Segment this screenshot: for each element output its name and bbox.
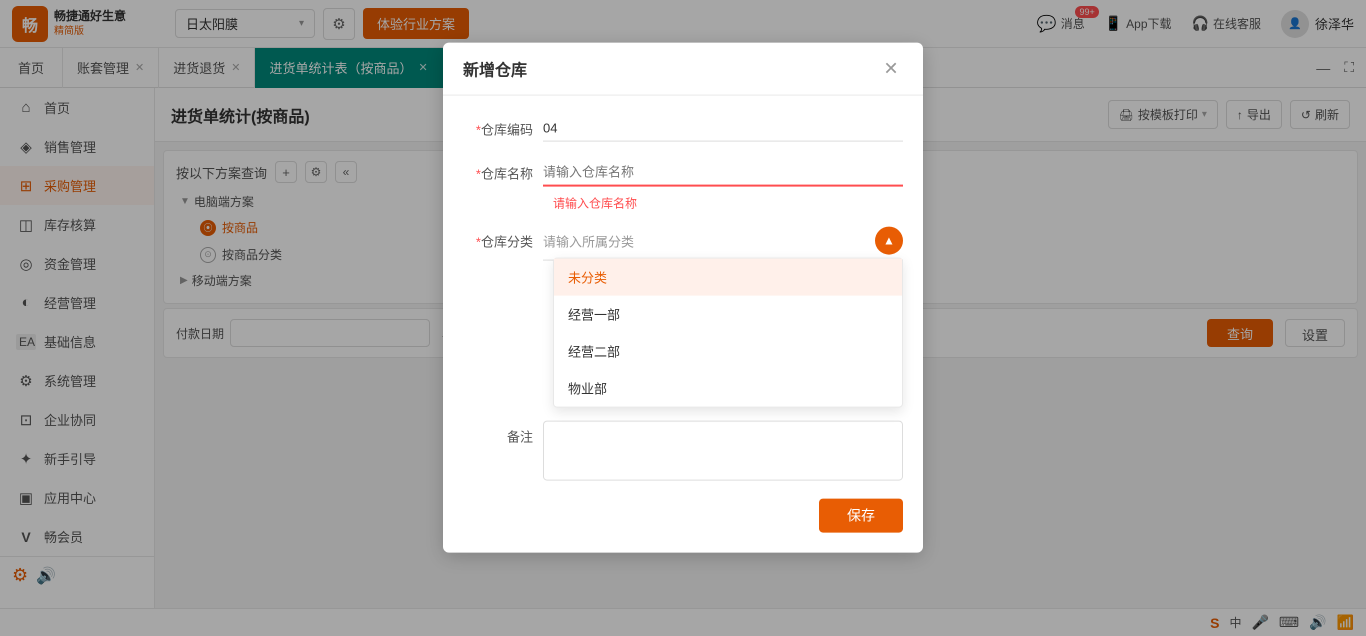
modal-header: 新增仓库 ✕ (443, 43, 923, 96)
category-select[interactable]: 请输入所属分类 ▲ (543, 222, 903, 261)
name-error-msg: 请输入仓库名称 (463, 195, 903, 212)
dropdown-item-dept2[interactable]: 经营二部 (554, 333, 902, 370)
name-label: *仓库名称 (463, 164, 543, 183)
modal-close-icon[interactable]: ✕ (879, 57, 903, 81)
modal-body: *仓库编码 *仓库名称 请输入仓库名称 *仓库分类 请输入所属分类 ▲ 未分类 (443, 96, 923, 489)
note-label: 备注 (463, 421, 543, 446)
name-field-row: *仓库名称 (463, 160, 903, 187)
category-dropdown: 未分类 经营一部 经营二部 物业部 (553, 258, 903, 408)
code-label: *仓库编码 (463, 119, 543, 138)
modal-footer: 保存 (443, 489, 923, 553)
save-button[interactable]: 保存 (819, 499, 903, 533)
note-field-row: 备注 (463, 421, 903, 481)
code-field-row: *仓库编码 (463, 116, 903, 142)
dropdown-item-property[interactable]: 物业部 (554, 370, 902, 407)
add-warehouse-modal: 新增仓库 ✕ *仓库编码 *仓库名称 请输入仓库名称 *仓库分类 请输入所属分类 (443, 43, 923, 553)
category-placeholder: 请输入所属分类 (543, 231, 634, 250)
dropdown-item-unclassified[interactable]: 未分类 (554, 259, 902, 296)
modal-title: 新增仓库 (463, 57, 527, 81)
name-input[interactable] (543, 160, 903, 187)
category-label: *仓库分类 (463, 232, 543, 251)
dropdown-item-dept1[interactable]: 经营一部 (554, 296, 902, 333)
note-textarea[interactable] (543, 421, 903, 481)
category-field-row: *仓库分类 请输入所属分类 ▲ 未分类 经营一部 经营二部 物业部 (463, 222, 903, 261)
code-input[interactable] (543, 116, 903, 142)
category-toggle-icon[interactable]: ▲ (875, 227, 903, 255)
